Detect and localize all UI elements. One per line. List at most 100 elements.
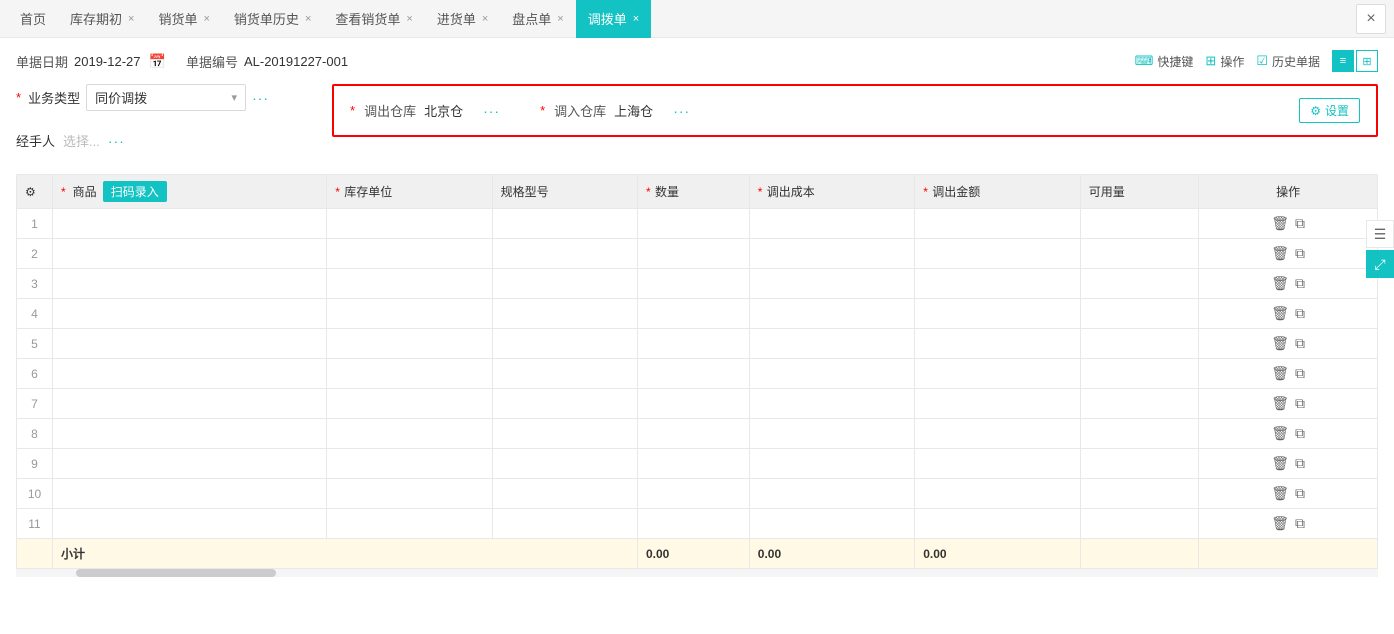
- delete-icon[interactable]: 🗑: [1271, 275, 1289, 292]
- cell-spec[interactable]: [492, 209, 637, 239]
- cell-amount[interactable]: [915, 389, 1080, 419]
- shortcut-action[interactable]: ⌨ 快捷键: [1135, 53, 1194, 70]
- cell-amount[interactable]: [915, 209, 1080, 239]
- operation-action[interactable]: ⊞ 操作: [1205, 53, 1244, 70]
- business-type-more[interactable]: ···: [252, 90, 269, 106]
- copy-icon[interactable]: ⧉: [1295, 365, 1305, 382]
- cell-qty[interactable]: [637, 209, 749, 239]
- copy-icon[interactable]: ⧉: [1295, 485, 1305, 502]
- tab-purchase-order[interactable]: 进货单 ×: [425, 0, 500, 38]
- cell-cost[interactable]: [749, 299, 914, 329]
- cell-spec[interactable]: [492, 299, 637, 329]
- tab-purchase-order-close[interactable]: ×: [482, 13, 488, 25]
- cell-amount[interactable]: [915, 269, 1080, 299]
- tab-transfer-order[interactable]: 调拨单 ×: [576, 0, 651, 38]
- cell-spec[interactable]: [492, 239, 637, 269]
- cell-cost[interactable]: [749, 269, 914, 299]
- cell-unit[interactable]: [327, 449, 492, 479]
- copy-icon[interactable]: ⧉: [1295, 515, 1305, 532]
- copy-icon[interactable]: ⧉: [1295, 215, 1305, 232]
- copy-icon[interactable]: ⧉: [1295, 455, 1305, 472]
- cell-qty[interactable]: [637, 449, 749, 479]
- cell-product[interactable]: [53, 299, 327, 329]
- delete-icon[interactable]: 🗑: [1271, 215, 1289, 232]
- cell-spec[interactable]: [492, 419, 637, 449]
- copy-icon[interactable]: ⧉: [1295, 275, 1305, 292]
- tab-inventory-count[interactable]: 盘点单 ×: [500, 0, 575, 38]
- tab-sales-order[interactable]: 销货单 ×: [146, 0, 221, 38]
- cell-cost[interactable]: [749, 239, 914, 269]
- cell-spec[interactable]: [492, 479, 637, 509]
- cell-product[interactable]: [53, 269, 327, 299]
- gear-icon[interactable]: ⚙: [25, 185, 36, 199]
- delete-icon[interactable]: 🗑: [1271, 245, 1289, 262]
- delete-icon[interactable]: 🗑: [1271, 455, 1289, 472]
- cell-spec[interactable]: [492, 449, 637, 479]
- side-list-icon[interactable]: ☰: [1366, 220, 1394, 248]
- cell-product[interactable]: [53, 509, 327, 539]
- cell-qty[interactable]: [637, 239, 749, 269]
- cell-cost[interactable]: [749, 329, 914, 359]
- cell-unit[interactable]: [327, 269, 492, 299]
- warehouse-out-more[interactable]: ···: [483, 103, 500, 119]
- tab-view-sales-close[interactable]: ×: [406, 13, 412, 25]
- horizontal-scrollbar[interactable]: [16, 569, 1378, 577]
- cell-amount[interactable]: [915, 299, 1080, 329]
- delete-icon[interactable]: 🗑: [1271, 335, 1289, 352]
- cell-amount[interactable]: [915, 329, 1080, 359]
- cell-unit[interactable]: [327, 419, 492, 449]
- cell-product[interactable]: [53, 239, 327, 269]
- side-expand-icon[interactable]: ⤢: [1366, 250, 1394, 278]
- cell-qty[interactable]: [637, 509, 749, 539]
- cell-amount[interactable]: [915, 419, 1080, 449]
- delete-icon[interactable]: 🗑: [1271, 365, 1289, 382]
- tab-view-sales[interactable]: 查看销货单 ×: [323, 0, 424, 38]
- cell-qty[interactable]: [637, 389, 749, 419]
- copy-icon[interactable]: ⧉: [1295, 305, 1305, 322]
- cell-unit[interactable]: [327, 329, 492, 359]
- cell-spec[interactable]: [492, 329, 637, 359]
- cell-unit[interactable]: [327, 359, 492, 389]
- tab-inventory-init-close[interactable]: ×: [128, 13, 134, 25]
- cell-amount[interactable]: [915, 509, 1080, 539]
- layout-list-btn[interactable]: ≡: [1332, 50, 1354, 72]
- tab-home[interactable]: 首页: [8, 0, 58, 38]
- tab-inventory-count-close[interactable]: ×: [557, 13, 563, 25]
- copy-icon[interactable]: ⧉: [1295, 335, 1305, 352]
- cell-cost[interactable]: [749, 449, 914, 479]
- cell-product[interactable]: [53, 449, 327, 479]
- cell-spec[interactable]: [492, 359, 637, 389]
- delete-icon[interactable]: 🗑: [1271, 515, 1289, 532]
- cell-amount[interactable]: [915, 449, 1080, 479]
- handler-more[interactable]: ···: [108, 133, 125, 149]
- copy-icon[interactable]: ⧉: [1295, 395, 1305, 412]
- cell-spec[interactable]: [492, 509, 637, 539]
- warehouse-in-more[interactable]: ···: [673, 103, 690, 119]
- cell-spec[interactable]: [492, 269, 637, 299]
- cell-unit[interactable]: [327, 509, 492, 539]
- cell-unit[interactable]: [327, 479, 492, 509]
- cell-product[interactable]: [53, 329, 327, 359]
- cell-cost[interactable]: [749, 479, 914, 509]
- calendar-icon[interactable]: 📅: [149, 53, 166, 70]
- tab-sales-history[interactable]: 销货单历史 ×: [222, 0, 323, 38]
- cell-qty[interactable]: [637, 419, 749, 449]
- tab-bar-close-button[interactable]: ×: [1356, 4, 1386, 34]
- cell-unit[interactable]: [327, 209, 492, 239]
- cell-amount[interactable]: [915, 239, 1080, 269]
- cell-unit[interactable]: [327, 239, 492, 269]
- cell-qty[interactable]: [637, 299, 749, 329]
- scan-input-button[interactable]: 扫码录入: [103, 181, 167, 202]
- cell-qty[interactable]: [637, 329, 749, 359]
- cell-amount[interactable]: [915, 359, 1080, 389]
- cell-amount[interactable]: [915, 479, 1080, 509]
- cell-product[interactable]: [53, 419, 327, 449]
- cell-unit[interactable]: [327, 299, 492, 329]
- delete-icon[interactable]: 🗑: [1271, 305, 1289, 322]
- cell-product[interactable]: [53, 389, 327, 419]
- tab-inventory-init[interactable]: 库存期初 ×: [58, 0, 146, 38]
- delete-icon[interactable]: 🗑: [1271, 425, 1289, 442]
- cell-unit[interactable]: [327, 389, 492, 419]
- cell-cost[interactable]: [749, 359, 914, 389]
- delete-icon[interactable]: 🗑: [1271, 395, 1289, 412]
